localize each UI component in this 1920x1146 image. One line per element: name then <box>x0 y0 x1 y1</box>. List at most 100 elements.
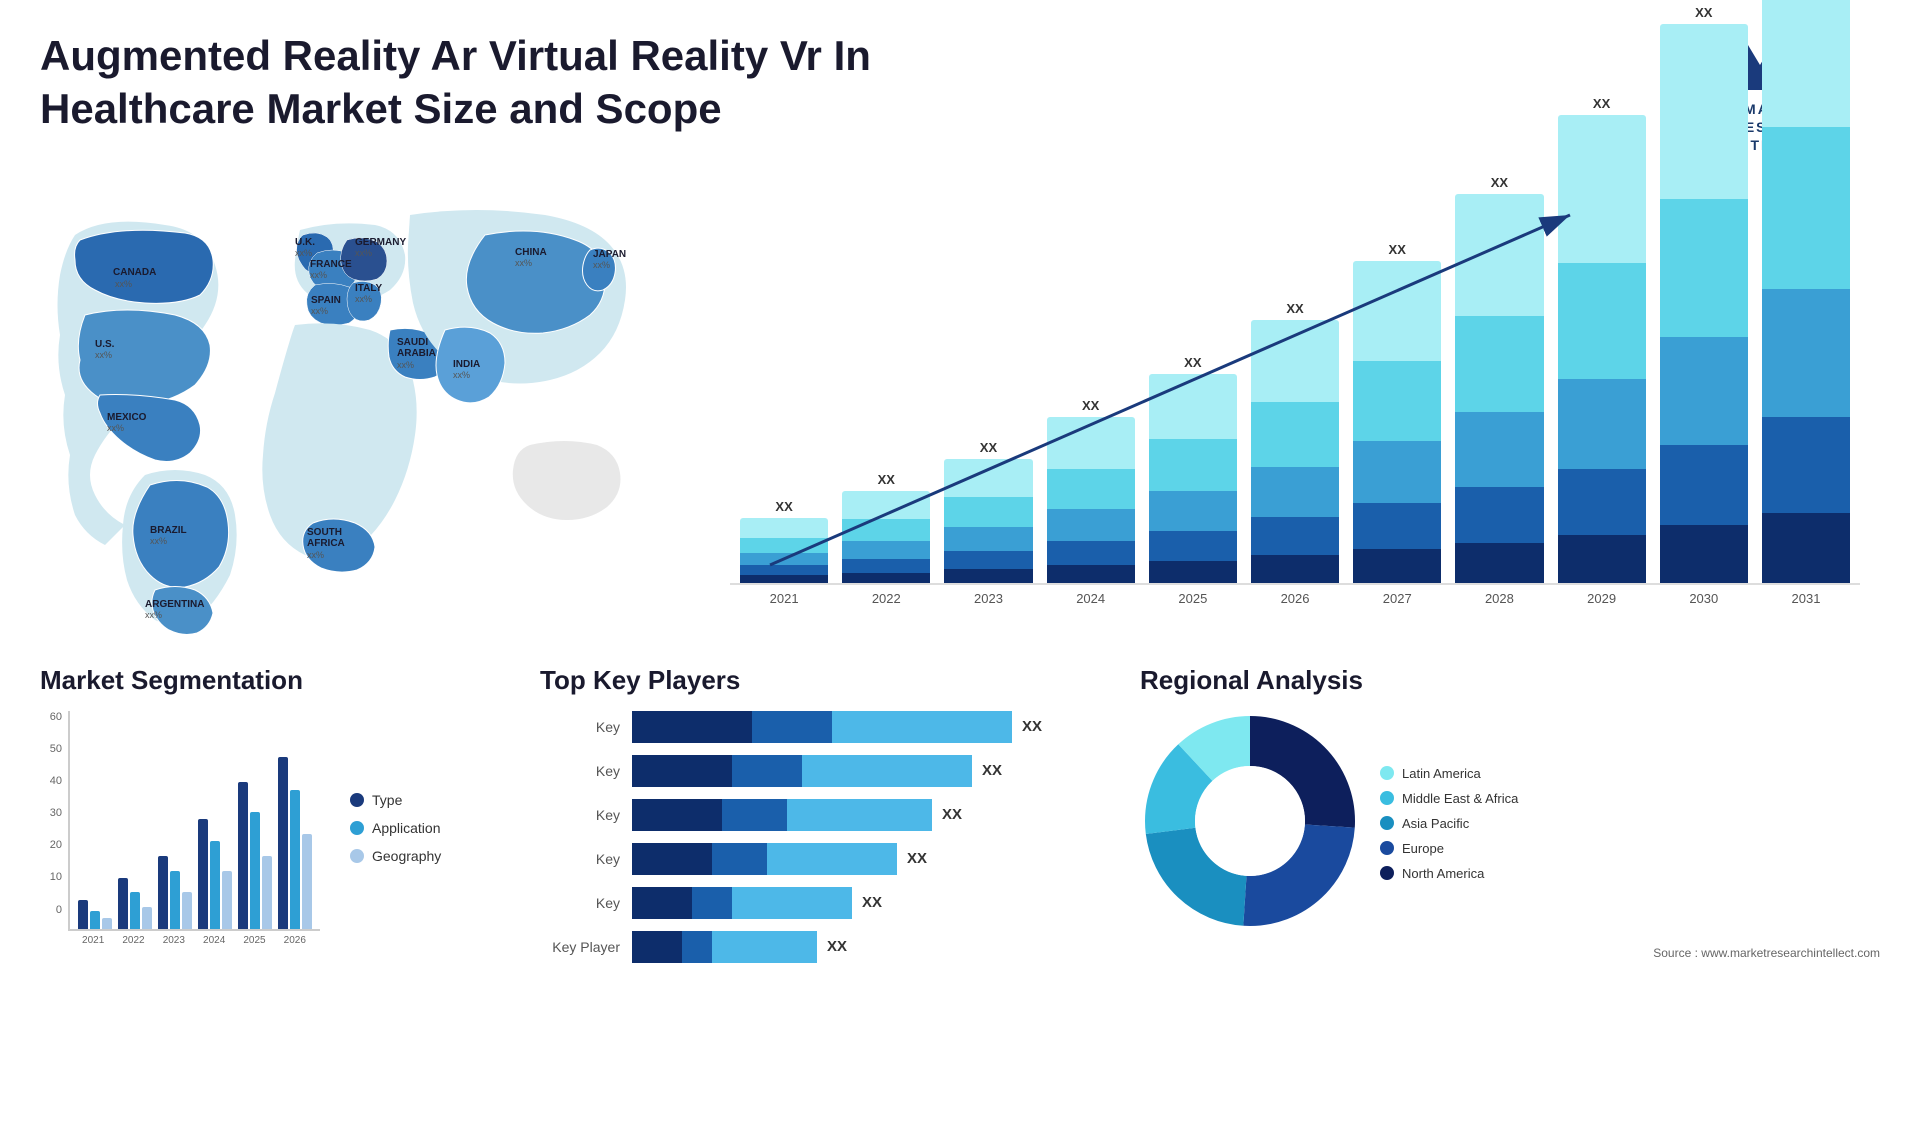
svg-text:xx%: xx% <box>397 360 414 370</box>
player-xx-2: XX <box>982 762 1002 779</box>
seg-bar-app-2021 <box>90 911 100 929</box>
svg-text:xx%: xx% <box>307 550 324 560</box>
regional-dot-apac <box>1380 816 1394 830</box>
regional-legend-latin: Latin America <box>1380 766 1518 781</box>
legend-label-application: Application <box>372 820 441 836</box>
seg-bars <box>68 711 320 931</box>
svg-text:xx%: xx% <box>95 350 112 360</box>
source-text: Source : www.marketresearchintellect.com <box>1140 946 1880 960</box>
regional-dot-north-america <box>1380 866 1394 880</box>
x-label-2021: 2021 <box>740 591 828 606</box>
seg-bar-type-2023 <box>158 856 168 929</box>
seg-bar-type-2025 <box>238 782 248 929</box>
regional-legend-apac: Asia Pacific <box>1380 816 1518 831</box>
regional-section: Regional Analysis <box>1140 665 1880 975</box>
regional-label-mea: Middle East & Africa <box>1402 791 1518 806</box>
svg-text:xx%: xx% <box>355 294 372 304</box>
x-label-2029: 2029 <box>1558 591 1646 606</box>
svg-text:xx%: xx% <box>311 306 328 316</box>
player-bar-5 <box>632 887 852 919</box>
seg-x-axis: 2021 2022 2023 2024 2025 2026 <box>68 931 320 946</box>
donut-chart <box>1140 711 1360 931</box>
bar-label-2029: XX <box>1593 96 1610 111</box>
regional-label-europe: Europe <box>1402 841 1444 856</box>
svg-text:ARABIA: ARABIA <box>397 348 436 359</box>
growth-chart-section: XX XX <box>670 165 1880 645</box>
seg-bar-type-2021 <box>78 900 88 929</box>
bar-label-2030: XX <box>1695 5 1712 20</box>
svg-text:SPAIN: SPAIN <box>311 295 341 306</box>
x-label-2023: 2023 <box>944 591 1032 606</box>
x-label-2026: 2026 <box>1251 591 1339 606</box>
seg-bar-type-2026 <box>278 757 288 929</box>
bar-label-2028: XX <box>1491 175 1508 190</box>
bar-label-2023: XX <box>980 440 997 455</box>
player-xx-6: XX <box>827 938 847 955</box>
svg-text:xx%: xx% <box>453 370 470 380</box>
svg-text:AFRICA: AFRICA <box>307 538 345 549</box>
seg-y-axis: 0102030405060 <box>40 711 62 916</box>
regional-label-north-america: North America <box>1402 866 1484 881</box>
regional-title: Regional Analysis <box>1140 665 1880 696</box>
player-bar-1 <box>632 711 1012 743</box>
seg-bar-app-2022 <box>130 892 140 929</box>
growth-bars-container: XX XX <box>730 185 1860 585</box>
regional-label-latin: Latin America <box>1402 766 1481 781</box>
seg-bar-geo-2025 <box>262 856 272 929</box>
seg-legend: Type Application Geography <box>340 711 441 946</box>
svg-text:INDIA: INDIA <box>453 359 480 370</box>
player-row-5: Key XX <box>540 887 1120 919</box>
regional-dot-europe <box>1380 841 1394 855</box>
player-xx-3: XX <box>942 806 962 823</box>
x-label-2025: 2025 <box>1149 591 1237 606</box>
map-section: CANADA xx% U.S. xx% MEXICO xx% BRAZIL xx… <box>40 165 670 645</box>
seg-group-2021 <box>78 900 112 929</box>
svg-text:GERMANY: GERMANY <box>355 237 406 248</box>
svg-text:CHINA: CHINA <box>515 247 547 258</box>
player-label-1: Key <box>540 719 620 735</box>
player-bar-2 <box>632 755 972 787</box>
seg-bar-app-2024 <box>210 841 220 929</box>
player-row-4: Key XX <box>540 843 1120 875</box>
svg-text:xx%: xx% <box>150 536 167 546</box>
svg-text:xx%: xx% <box>115 279 132 289</box>
legend-application: Application <box>350 820 441 836</box>
bar-label-2027: XX <box>1389 242 1406 257</box>
player-xx-4: XX <box>907 850 927 867</box>
seg-group-2024 <box>198 819 232 929</box>
player-row-2: Key XX <box>540 755 1120 787</box>
legend-dot-geography <box>350 849 364 863</box>
player-bar-container-6: XX <box>632 931 1120 963</box>
seg-bar-type-2022 <box>118 878 128 929</box>
player-bar-container-1: XX <box>632 711 1120 743</box>
player-row-6: Key Player XX <box>540 931 1120 963</box>
x-label-2028: 2028 <box>1455 591 1543 606</box>
svg-text:JAPAN: JAPAN <box>593 249 626 260</box>
seg-bar-app-2023 <box>170 871 180 929</box>
x-label-2024: 2024 <box>1047 591 1135 606</box>
bar-label-2026: XX <box>1286 301 1303 316</box>
bottom-grid: Market Segmentation 0102030405060 <box>40 645 1880 975</box>
player-bar-3 <box>632 799 932 831</box>
x-label-2022: 2022 <box>842 591 930 606</box>
player-bar-container-4: XX <box>632 843 1120 875</box>
segmentation-title: Market Segmentation <box>40 665 520 696</box>
svg-text:MEXICO: MEXICO <box>107 412 147 423</box>
x-label-2027: 2027 <box>1353 591 1441 606</box>
svg-text:xx%: xx% <box>145 610 162 620</box>
svg-text:CANADA: CANADA <box>113 267 156 278</box>
regional-dot-mea <box>1380 791 1394 805</box>
player-xx-5: XX <box>862 894 882 911</box>
seg-group-2026 <box>278 757 312 929</box>
svg-text:xx%: xx% <box>295 248 312 258</box>
seg-chart-area: 0102030405060 <box>40 711 320 946</box>
legend-label-type: Type <box>372 792 402 808</box>
segmentation-content: 0102030405060 <box>40 711 520 946</box>
svg-text:SOUTH: SOUTH <box>307 527 342 538</box>
regional-label-apac: Asia Pacific <box>1402 816 1469 831</box>
bar-label-2025: XX <box>1184 355 1201 370</box>
svg-text:ITALY: ITALY <box>355 283 383 294</box>
seg-bar-app-2026 <box>290 790 300 929</box>
svg-text:xx%: xx% <box>355 248 372 258</box>
player-label-4: Key <box>540 851 620 867</box>
